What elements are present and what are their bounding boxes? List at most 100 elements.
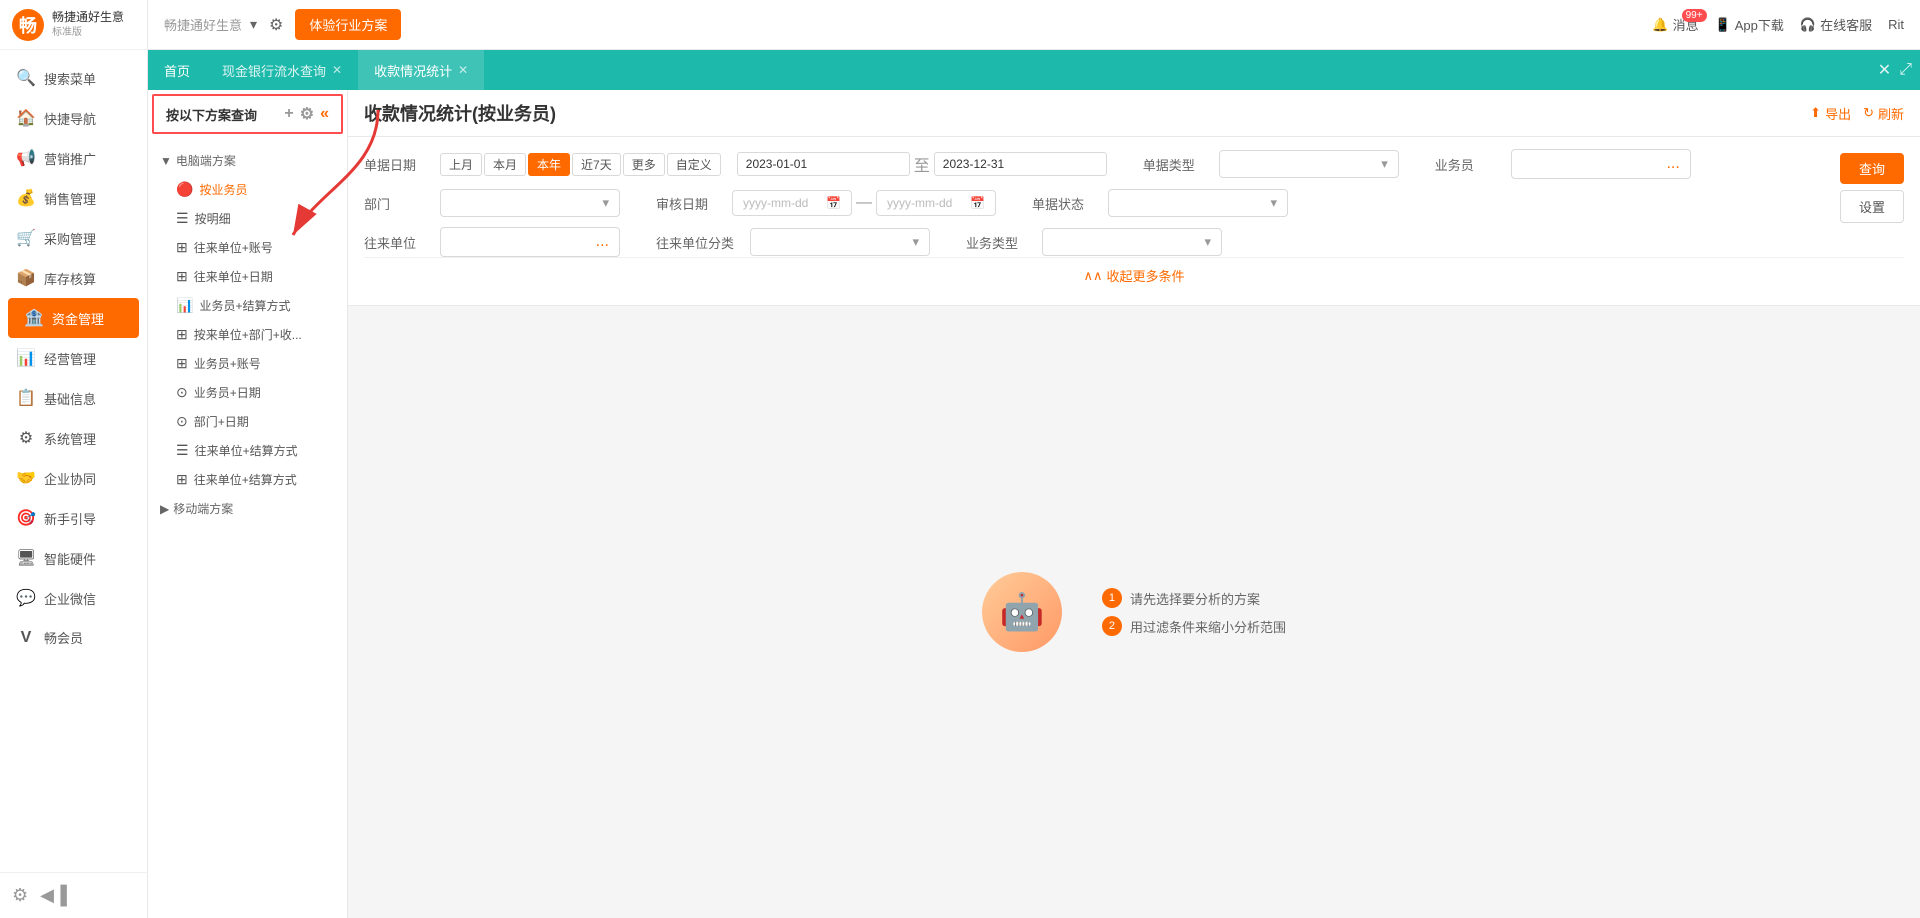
sidebar-item-enterprise[interactable]: 🤝 企业协同 — [0, 458, 147, 498]
collapse-panel-icon[interactable]: « — [320, 105, 329, 123]
tab-home[interactable]: 首页 — [148, 50, 206, 90]
date-btn-more[interactable]: 更多 — [623, 153, 665, 176]
query-button[interactable]: 查询 — [1840, 153, 1904, 184]
empty-step-2: 2 用过滤条件来缩小分析范围 — [1102, 616, 1286, 636]
sidebar-item-inventory[interactable]: 📦 库存核算 — [0, 258, 147, 298]
tree-item-dept-date[interactable]: ⊙ 部门+日期 — [148, 407, 347, 436]
filter-row-date: 单据日期 上月 本月 本年 近7天 更多 自定义 至 — [364, 149, 1824, 179]
member-icon: V — [16, 629, 36, 647]
export-button[interactable]: ⬆ 导出 — [1810, 104, 1851, 123]
date-btn-last-month[interactable]: 上月 — [440, 153, 482, 176]
notification-button[interactable]: 🔔 消息 99+ — [1652, 15, 1698, 34]
tree-item-counterpart-settle1[interactable]: ☰ 往来单位+结算方式 — [148, 436, 347, 465]
tree-item-by-detail[interactable]: ☰ 按明细 — [148, 204, 347, 233]
review-date-from[interactable]: yyyy-mm-dd 📅 — [732, 190, 852, 216]
sidebar-item-system[interactable]: ⚙ 系统管理 — [0, 418, 147, 458]
tree-item-icon-detail: ☰ — [176, 210, 189, 227]
empty-state: 🤖 1 请先选择要分析的方案 2 用过滤条件来缩小分析范围 — [348, 306, 1920, 918]
tab-bank[interactable]: 现金银行流水查询 ✕ — [206, 50, 358, 90]
sidebar-item-finance[interactable]: 🏦 资金管理 — [8, 298, 139, 338]
bell-icon: 🔔 — [1652, 17, 1668, 33]
sidebar-item-purchase[interactable]: 🛒 采购管理 — [0, 218, 147, 258]
sidebar-item-quicknav[interactable]: 🏠 快捷导航 — [0, 98, 147, 138]
tree-item-counterpart-settle2[interactable]: ⊞ 往来单位+结算方式 — [148, 465, 347, 494]
step-num-1: 1 — [1102, 588, 1122, 608]
counterpart-type-select[interactable]: ▾ — [750, 228, 930, 256]
tab-close-all-icon[interactable]: ✕ — [1878, 60, 1891, 80]
calendar-icon2: 📅 — [970, 196, 985, 210]
tree-item-salesperson-date[interactable]: ⊙ 业务员+日期 — [148, 378, 347, 407]
sidebar-item-operations[interactable]: 📊 经营管理 — [0, 338, 147, 378]
online-service-button[interactable]: 🎧 在线客服 — [1800, 15, 1872, 34]
service-icon: 🎧 — [1800, 17, 1816, 33]
sidebar-item-search[interactable]: 🔍 搜索菜单 — [0, 58, 147, 98]
sidebar-item-member[interactable]: V 畅会员 — [0, 618, 147, 657]
date-to-input[interactable] — [934, 152, 1107, 176]
date-separator: 至 — [914, 152, 930, 176]
tab-expand-icon[interactable]: ⤢ — [1899, 61, 1912, 79]
collapse-icon: ∧∧ — [1083, 268, 1102, 284]
trial-button[interactable]: 体验行业方案 — [295, 9, 401, 40]
filter-row-counterpart: 往来单位 ... 往来单位分类 ▾ 业务类型 ▾ — [364, 227, 1824, 257]
counterpart-more[interactable]: ... — [596, 233, 609, 251]
logo-icon: 畅 — [12, 9, 44, 41]
dept-select[interactable]: ▾ — [440, 189, 620, 217]
tree-item-salesperson-settle[interactable]: 📊 业务员+结算方式 — [148, 291, 347, 320]
tree-section: ▼ 电脑端方案 🔴 按业务员 ☰ 按明细 ⊞ 往来单位+账号 ⊞ 往来单位+日期… — [148, 138, 347, 918]
tab-receipt-close[interactable]: ✕ — [458, 63, 468, 77]
sidebar-item-sales[interactable]: 💰 销售管理 — [0, 178, 147, 218]
doc-status-select[interactable]: ▾ — [1108, 189, 1288, 217]
scheme-settings-icon[interactable]: ⚙ — [300, 104, 314, 124]
add-scheme-icon[interactable]: + — [284, 105, 293, 123]
system-icon: ⚙ — [16, 428, 36, 448]
tree-item-icon-cd: ⊞ — [176, 268, 188, 285]
tree-group-pc[interactable]: ▼ 电脑端方案 — [148, 146, 347, 175]
purchase-icon: 🛒 — [16, 228, 36, 248]
settings-button[interactable]: 设置 — [1840, 190, 1904, 223]
tree-item-counterpart-date[interactable]: ⊞ 往来单位+日期 — [148, 262, 347, 291]
counterpart-select[interactable]: ... — [440, 227, 620, 257]
tree-item-counterpart-account[interactable]: ⊞ 往来单位+账号 — [148, 233, 347, 262]
tree-item-counterpart-dept[interactable]: ⊞ 按来单位+部门+收... — [148, 320, 347, 349]
user-name: Rit — [1888, 17, 1904, 32]
biz-type-select[interactable]: ▾ — [1042, 228, 1222, 256]
review-date-to[interactable]: yyyy-mm-dd 📅 — [876, 190, 996, 216]
breadcrumb-dropdown[interactable]: ▾ — [250, 16, 257, 33]
tree-item-icon-cpd: ⊞ — [176, 326, 188, 343]
date-btn-custom[interactable]: 自定义 — [667, 153, 721, 176]
collapse-icon[interactable]: ◀▐ — [40, 885, 67, 906]
collapse-bar[interactable]: ∧∧ 收起更多条件 — [364, 257, 1904, 293]
doc-type-select[interactable]: ▾ — [1219, 150, 1399, 178]
doc-type-arrow: ▾ — [1381, 156, 1388, 172]
main-content: 按以下方案查询 + ⚙ « ▼ 电脑端方案 🔴 按业务员 ☰ 按明细 ⊞ — [148, 90, 1920, 918]
tree-item-icon-cs2: ⊞ — [176, 471, 188, 488]
left-panel-title: 按以下方案查询 — [166, 105, 257, 124]
app-download-button[interactable]: 📱 App下载 — [1715, 15, 1784, 34]
tab-bank-close[interactable]: ✕ — [332, 63, 342, 77]
salesperson-more[interactable]: ... — [1666, 155, 1679, 173]
sidebar-item-guide[interactable]: 🎯 新手引导 — [0, 498, 147, 538]
enterprise-icon: 🤝 — [16, 468, 36, 488]
refresh-button[interactable]: ↻ 刷新 — [1863, 104, 1904, 123]
query-btn-group: 查询 设置 — [1840, 149, 1904, 223]
refresh-icon: ↻ — [1863, 105, 1874, 121]
tree-item-salesperson-account[interactable]: ⊞ 业务员+账号 — [148, 349, 347, 378]
sidebar-item-marketing[interactable]: 📢 营销推广 — [0, 138, 147, 178]
tree-item-by-salesperson[interactable]: 🔴 按业务员 — [148, 175, 347, 204]
tab-receipt[interactable]: 收款情况统计 ✕ — [358, 50, 484, 90]
settings-bottom-icon[interactable]: ⚙ — [12, 885, 28, 906]
tree-group-mobile[interactable]: ▶ 移动端方案 — [148, 494, 347, 523]
date-from-input[interactable] — [737, 152, 910, 176]
left-panel-header: 按以下方案查询 + ⚙ « — [152, 94, 343, 134]
date-btn-this-month[interactable]: 本月 — [484, 153, 526, 176]
date-btn-this-year[interactable]: 本年 — [528, 153, 570, 176]
sidebar-item-basic[interactable]: 📋 基础信息 — [0, 378, 147, 418]
calendar-icon: 📅 — [826, 196, 841, 210]
page-title: 收款情况统计(按业务员) — [364, 100, 556, 126]
sidebar-item-wechat[interactable]: 💬 企业微信 — [0, 578, 147, 618]
salesperson-select[interactable]: ... — [1511, 149, 1691, 179]
date-btn-7days[interactable]: 近7天 — [572, 153, 621, 176]
header-gear-icon[interactable]: ⚙ — [265, 11, 287, 39]
sidebar-item-hardware[interactable]: 🖥 智能硬件 — [0, 538, 147, 578]
date-label: 单据日期 — [364, 155, 424, 174]
